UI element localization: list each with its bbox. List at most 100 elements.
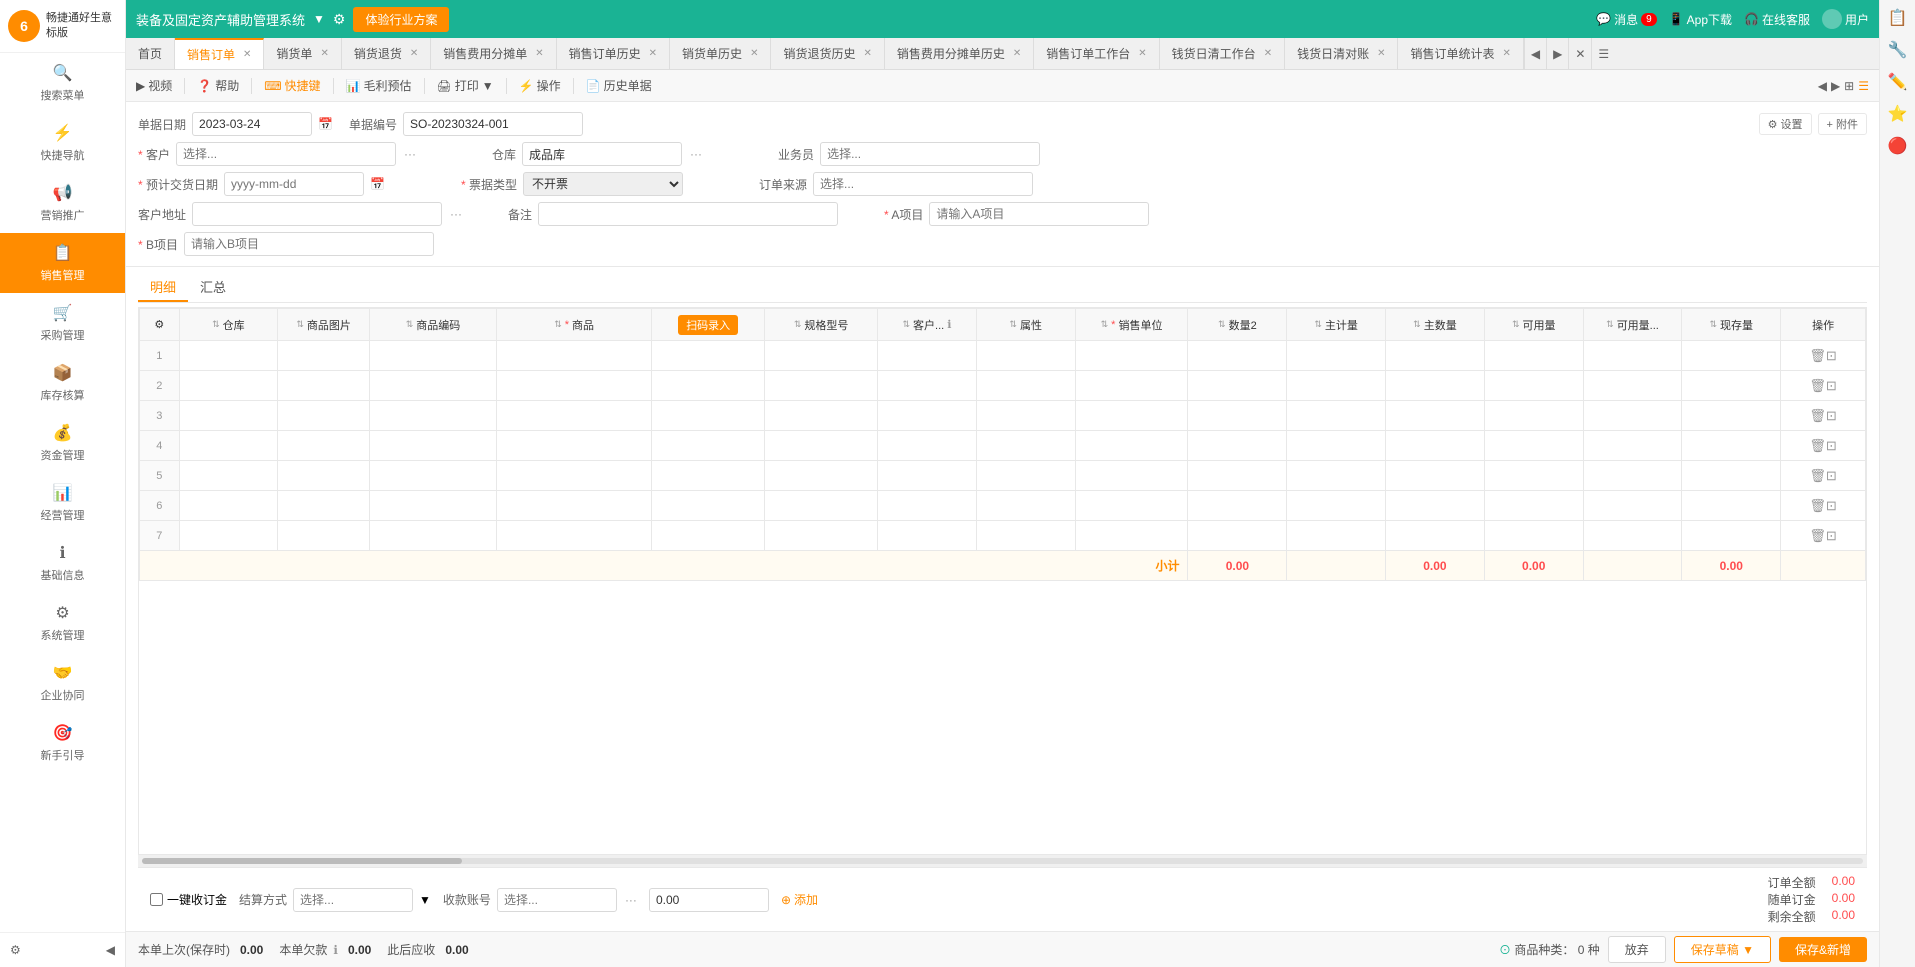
sort-icon[interactable]: ⇅: [1101, 319, 1109, 330]
row-current[interactable]: [1682, 521, 1781, 551]
right-icon-3[interactable]: ✏️: [1888, 72, 1908, 92]
sidebar-item-nav[interactable]: ⚡ 快捷导航: [0, 113, 125, 173]
table-settings-icon[interactable]: ⚙: [154, 319, 164, 331]
right-icon-2[interactable]: 🔧: [1888, 40, 1908, 60]
tab-close-icon[interactable]: ✕: [1503, 48, 1511, 59]
row-code[interactable]: [370, 521, 497, 551]
b-project-input[interactable]: [184, 232, 434, 256]
row-code[interactable]: [370, 371, 497, 401]
print-dropdown-icon[interactable]: ▼: [482, 79, 494, 93]
copy-icon[interactable]: ⊡: [1826, 498, 1837, 513]
sidebar-item-finance[interactable]: 💰 资金管理: [0, 413, 125, 473]
info-icon[interactable]: ℹ: [947, 318, 951, 331]
row-unit[interactable]: [1075, 401, 1188, 431]
info-icon-due[interactable]: ℹ: [333, 943, 338, 957]
tab-sales-workbench[interactable]: 销售订单工作台 ✕: [1034, 38, 1159, 70]
row-qty2[interactable]: [1188, 371, 1287, 401]
nav-next-icon[interactable]: ▶: [1831, 79, 1840, 93]
gear-settings-icon[interactable]: ⚙: [333, 11, 346, 28]
collapse-icon[interactable]: ◀: [106, 943, 115, 957]
sidebar-item-search[interactable]: 🔍 搜索菜单: [0, 53, 125, 113]
sort-icon[interactable]: ⇅: [1009, 319, 1017, 330]
sidebar-item-basic[interactable]: ℹ 基础信息: [0, 533, 125, 593]
row-spec[interactable]: [765, 431, 878, 461]
list-icon[interactable]: ☰: [1858, 79, 1869, 93]
staff-input[interactable]: [820, 142, 1040, 166]
tab-sales-slip-history[interactable]: 销货单历史 ✕: [670, 38, 771, 70]
row-available2[interactable]: [1583, 461, 1682, 491]
tab-close-all-btn[interactable]: ✕: [1568, 38, 1591, 70]
row-main-qty[interactable]: [1386, 521, 1485, 551]
invoice-select[interactable]: 不开票 普通发票 增值税专用发票: [523, 172, 683, 196]
row-qty2[interactable]: [1188, 341, 1287, 371]
sort-icon[interactable]: ⇅: [1710, 319, 1718, 330]
row-unit[interactable]: [1075, 491, 1188, 521]
row-available[interactable]: [1484, 371, 1583, 401]
row-image[interactable]: [278, 401, 370, 431]
tab-close-icon[interactable]: ✕: [320, 48, 328, 59]
tab-next-btn[interactable]: ▶: [1546, 38, 1568, 70]
row-main-qty[interactable]: [1386, 371, 1485, 401]
row-main-qty[interactable]: [1386, 491, 1485, 521]
tab-prev-btn[interactable]: ◀: [1524, 38, 1546, 70]
message-btn[interactable]: 💬 消息 9: [1596, 11, 1657, 28]
row-main-unit[interactable]: [1287, 401, 1386, 431]
row-main-qty[interactable]: [1386, 461, 1485, 491]
row-available[interactable]: [1484, 431, 1583, 461]
app-download-btn[interactable]: 📱 App下载: [1669, 11, 1732, 28]
row-current[interactable]: [1682, 341, 1781, 371]
row-image[interactable]: [278, 461, 370, 491]
row-customer-code[interactable]: [878, 461, 977, 491]
user-btn[interactable]: 用户: [1822, 9, 1869, 29]
row-unit[interactable]: [1075, 431, 1188, 461]
scroll-bar[interactable]: [138, 855, 1867, 867]
row-goods[interactable]: [497, 371, 652, 401]
row-warehouse[interactable]: [179, 491, 278, 521]
help-btn[interactable]: ❓ 帮助: [197, 77, 239, 94]
row-available2[interactable]: [1583, 491, 1682, 521]
row-main-unit[interactable]: [1287, 461, 1386, 491]
copy-icon[interactable]: ⊡: [1826, 468, 1837, 483]
row-warehouse[interactable]: [179, 341, 278, 371]
right-icon-4[interactable]: ⭐: [1888, 104, 1908, 124]
row-spec[interactable]: [765, 341, 878, 371]
delete-icon[interactable]: 🗑: [1809, 468, 1826, 483]
row-main-unit[interactable]: [1287, 521, 1386, 551]
sort-icon[interactable]: ⇅: [212, 319, 220, 330]
tab-sales-order[interactable]: 销售订单 ✕: [175, 38, 264, 70]
a-project-input[interactable]: [929, 202, 1149, 226]
settings-right-btn[interactable]: ⚙ 设置: [1759, 113, 1812, 135]
row-customer-code[interactable]: [878, 521, 977, 551]
dropdown-icon[interactable]: ▼: [313, 12, 325, 26]
row-available[interactable]: [1484, 341, 1583, 371]
row-qty2[interactable]: [1188, 491, 1287, 521]
row-current[interactable]: [1682, 431, 1781, 461]
scan-btn[interactable]: 扫码录入: [678, 315, 738, 335]
account-expand-icon[interactable]: ···: [625, 893, 637, 907]
profit-btn[interactable]: 📊 毛利预估: [346, 77, 412, 94]
row-customer-code[interactable]: [878, 491, 977, 521]
row-available[interactable]: [1484, 521, 1583, 551]
row-customer-code[interactable]: [878, 371, 977, 401]
row-available[interactable]: [1484, 461, 1583, 491]
row-current[interactable]: [1682, 491, 1781, 521]
copy-icon[interactable]: ⊡: [1826, 378, 1837, 393]
settings-icon[interactable]: ⚙: [10, 943, 21, 957]
row-code[interactable]: [370, 341, 497, 371]
sidebar-item-sales[interactable]: 📋 销售管理: [0, 233, 125, 293]
row-code[interactable]: [370, 461, 497, 491]
payment-dropdown-icon[interactable]: ▼: [419, 893, 431, 907]
row-warehouse[interactable]: [179, 521, 278, 551]
sidebar-item-management[interactable]: 📊 经营管理: [0, 473, 125, 533]
row-current[interactable]: [1682, 371, 1781, 401]
row-image[interactable]: [278, 341, 370, 371]
one-click-checkbox[interactable]: [150, 893, 163, 906]
sort-icon[interactable]: ⇅: [1218, 319, 1226, 330]
attach-btn[interactable]: + 附件: [1818, 113, 1867, 135]
save-draft-dropdown-icon[interactable]: ▼: [1742, 943, 1754, 957]
operation-btn[interactable]: ⚡ 操作: [519, 77, 561, 94]
sort-icon[interactable]: ⇅: [406, 319, 414, 330]
row-available2[interactable]: [1583, 341, 1682, 371]
row-goods[interactable]: [497, 341, 652, 371]
sort-icon[interactable]: ⇅: [1512, 319, 1520, 330]
